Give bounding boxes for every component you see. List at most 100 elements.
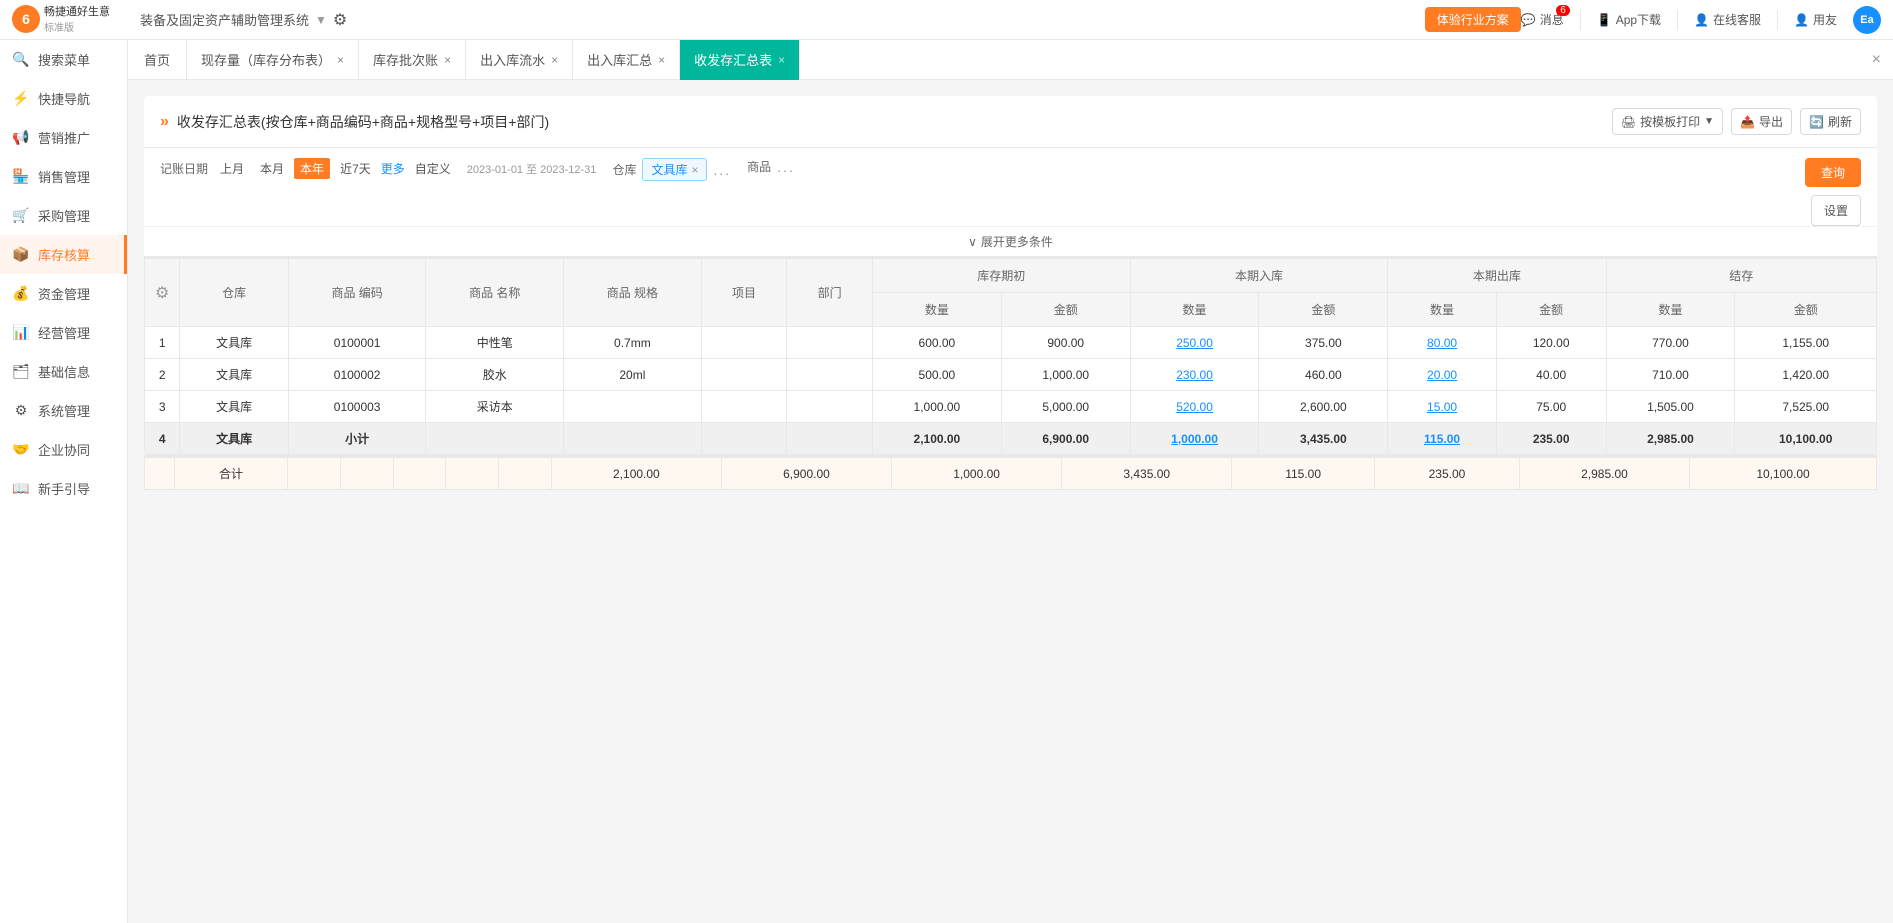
phone-icon: 📱 (1597, 13, 1612, 27)
warehouse-filter: 仓库 文具库 × ... (612, 158, 731, 181)
row3-no: 3 (145, 391, 180, 423)
warehouse-chip[interactable]: 文具库 × (642, 158, 707, 181)
subtotal-period-out-qty[interactable]: 115.00 (1388, 423, 1497, 455)
row2-product-code: 0100002 (288, 359, 426, 391)
subtotal-period-in-qty[interactable]: 1,000.00 (1130, 423, 1259, 455)
tab-recv-send[interactable]: 收发存汇总表 × (680, 40, 800, 80)
date-btn-this-year[interactable]: 本年 (294, 158, 330, 179)
tab-recv-send-close[interactable]: × (778, 53, 785, 67)
tab-in-out-summary[interactable]: 出入库汇总 × (573, 40, 680, 80)
date-btn-custom[interactable]: 自定义 (409, 158, 457, 179)
row1-project (701, 327, 787, 359)
row2-period-in-qty-link[interactable]: 230.00 (1176, 368, 1213, 382)
subtotal-period-in-qty-link[interactable]: 1,000.00 (1171, 432, 1218, 446)
col-settings-icon[interactable]: ⚙ (155, 285, 169, 302)
sidebar-label-marketing: 营销推广 (38, 128, 90, 147)
expand-panel-btn[interactable]: » (160, 113, 169, 131)
row1-department (787, 327, 873, 359)
user-icon: 👤 (1794, 13, 1809, 27)
basic-icon: 🗂 (12, 363, 30, 380)
row2-no: 2 (145, 359, 180, 391)
close-all-tabs[interactable]: × (1872, 51, 1893, 69)
date-btn-more[interactable]: 更多 (381, 160, 405, 177)
row2-period-out-qty-link[interactable]: 20.00 (1427, 368, 1457, 382)
sidebar-item-basic[interactable]: 🗂 基础信息 (0, 352, 127, 391)
gear-icon[interactable]: ⚙ (333, 10, 347, 30)
row1-period-out-qty[interactable]: 80.00 (1388, 327, 1497, 359)
sidebar-label-guide: 新手引导 (38, 479, 90, 498)
row1-period-in-qty-link[interactable]: 250.00 (1176, 336, 1213, 350)
tab-in-out-flow[interactable]: 出入库流水 × (466, 40, 573, 80)
row3-product-spec (564, 391, 702, 423)
warehouse-more-btn[interactable]: ... (713, 162, 731, 178)
inventory-icon: 📦 (12, 246, 30, 263)
user-button[interactable]: 👤 用友 (1794, 11, 1837, 28)
tab-stock-dist-close[interactable]: × (337, 53, 344, 67)
trial-button[interactable]: 体验行业方案 (1425, 7, 1521, 32)
subtotal-closing-qty: 2,985.00 (1606, 423, 1735, 455)
date-btn-last-month[interactable]: 上月 (214, 158, 250, 179)
sidebar-item-guide[interactable]: 📖 新手引导 (0, 469, 127, 508)
sidebar-item-enterprise[interactable]: 🤝 企业协同 (0, 430, 127, 469)
row3-period-out-qty[interactable]: 15.00 (1388, 391, 1497, 423)
tab-batch[interactable]: 库存批次账 × (359, 40, 466, 80)
expand-more-bar[interactable]: ∨ 展开更多条件 (144, 226, 1877, 257)
query-button[interactable]: 查询 (1805, 158, 1861, 187)
row3-period-in-qty-link[interactable]: 520.00 (1176, 400, 1213, 414)
tab-in-out-flow-close[interactable]: × (551, 53, 558, 67)
tab-stock-dist[interactable]: 现存量（库存分布表） × (187, 40, 359, 80)
sidebar-item-quick[interactable]: ⚡ 快捷导航 (0, 79, 127, 118)
subtotal-empty1 (426, 423, 564, 455)
separator (1580, 10, 1581, 30)
tab-in-out-summary-close[interactable]: × (658, 53, 665, 67)
row3-period-in-qty[interactable]: 520.00 (1130, 391, 1259, 423)
sidebar-item-marketing[interactable]: 📢 营销推广 (0, 118, 127, 157)
message-icon: 💬 (1521, 13, 1536, 27)
tab-home-label: 首页 (144, 50, 170, 69)
row3-period-out-qty-link[interactable]: 15.00 (1427, 400, 1457, 414)
subtotal-period-out-qty-link[interactable]: 115.00 (1424, 432, 1460, 446)
sidebar-label-enterprise: 企业协同 (38, 440, 90, 459)
tab-home[interactable]: 首页 (128, 40, 187, 80)
sidebar-item-system[interactable]: ⚙ 系统管理 (0, 391, 127, 430)
sidebar-item-finance[interactable]: 💰 资金管理 (0, 274, 127, 313)
th-period-in-qty: 数量 (1130, 293, 1259, 327)
tab-batch-close[interactable]: × (444, 53, 451, 67)
refresh-label: 刷新 (1828, 113, 1852, 130)
row2-product-spec: 20ml (564, 359, 702, 391)
refresh-icon: 🔄 (1809, 115, 1824, 129)
sidebar-item-inventory[interactable]: 📦 库存核算 (0, 235, 127, 274)
print-button[interactable]: 🖨 按模板打印 ▼ (1612, 108, 1723, 135)
dropdown-icon[interactable]: ▼ (315, 13, 327, 27)
export-button[interactable]: 📤 导出 (1731, 108, 1792, 135)
app-download-button[interactable]: 📱 App下载 (1597, 11, 1661, 28)
row1-period-in-qty[interactable]: 250.00 (1130, 327, 1259, 359)
system-icon: ⚙ (12, 402, 30, 419)
th-department: 部门 (787, 259, 873, 327)
date-btn-7days[interactable]: 近7天 (334, 158, 377, 179)
row2-period-in-qty[interactable]: 230.00 (1130, 359, 1259, 391)
row1-period-out-qty-link[interactable]: 80.00 (1427, 336, 1457, 350)
warehouse-chip-close[interactable]: × (691, 163, 698, 177)
row2-period-out-qty[interactable]: 20.00 (1388, 359, 1497, 391)
online-service-button[interactable]: 👤 在线客服 (1694, 11, 1761, 28)
total-empty2 (340, 458, 393, 490)
message-button[interactable]: 💬 消息 6 (1521, 11, 1564, 28)
row2-closing-amt: 1,420.00 (1735, 359, 1877, 391)
date-btn-this-month[interactable]: 本月 (254, 158, 290, 179)
th-period-out-amt: 金额 (1496, 293, 1606, 327)
subtotal-empty4 (787, 423, 873, 455)
settings-button[interactable]: 设置 (1811, 195, 1861, 226)
row1-closing-qty: 770.00 (1606, 327, 1735, 359)
refresh-button[interactable]: 🔄 刷新 (1800, 108, 1861, 135)
product-more-btn[interactable]: ... (777, 159, 795, 175)
sidebar-item-search[interactable]: 🔍 搜索菜单 (0, 40, 127, 79)
sidebar-label-basic: 基础信息 (38, 362, 90, 381)
total-empty4 (446, 458, 499, 490)
print-dropdown-icon: ▼ (1704, 116, 1714, 127)
date-shortcuts: 上月 本月 本年 近7天 更多 自定义 (214, 158, 457, 179)
sidebar-item-purchase[interactable]: 🛒 采购管理 (0, 196, 127, 235)
sidebar-item-operations[interactable]: 📊 经营管理 (0, 313, 127, 352)
sidebar-item-sales[interactable]: 🏪 销售管理 (0, 157, 127, 196)
total-empty5 (499, 458, 552, 490)
